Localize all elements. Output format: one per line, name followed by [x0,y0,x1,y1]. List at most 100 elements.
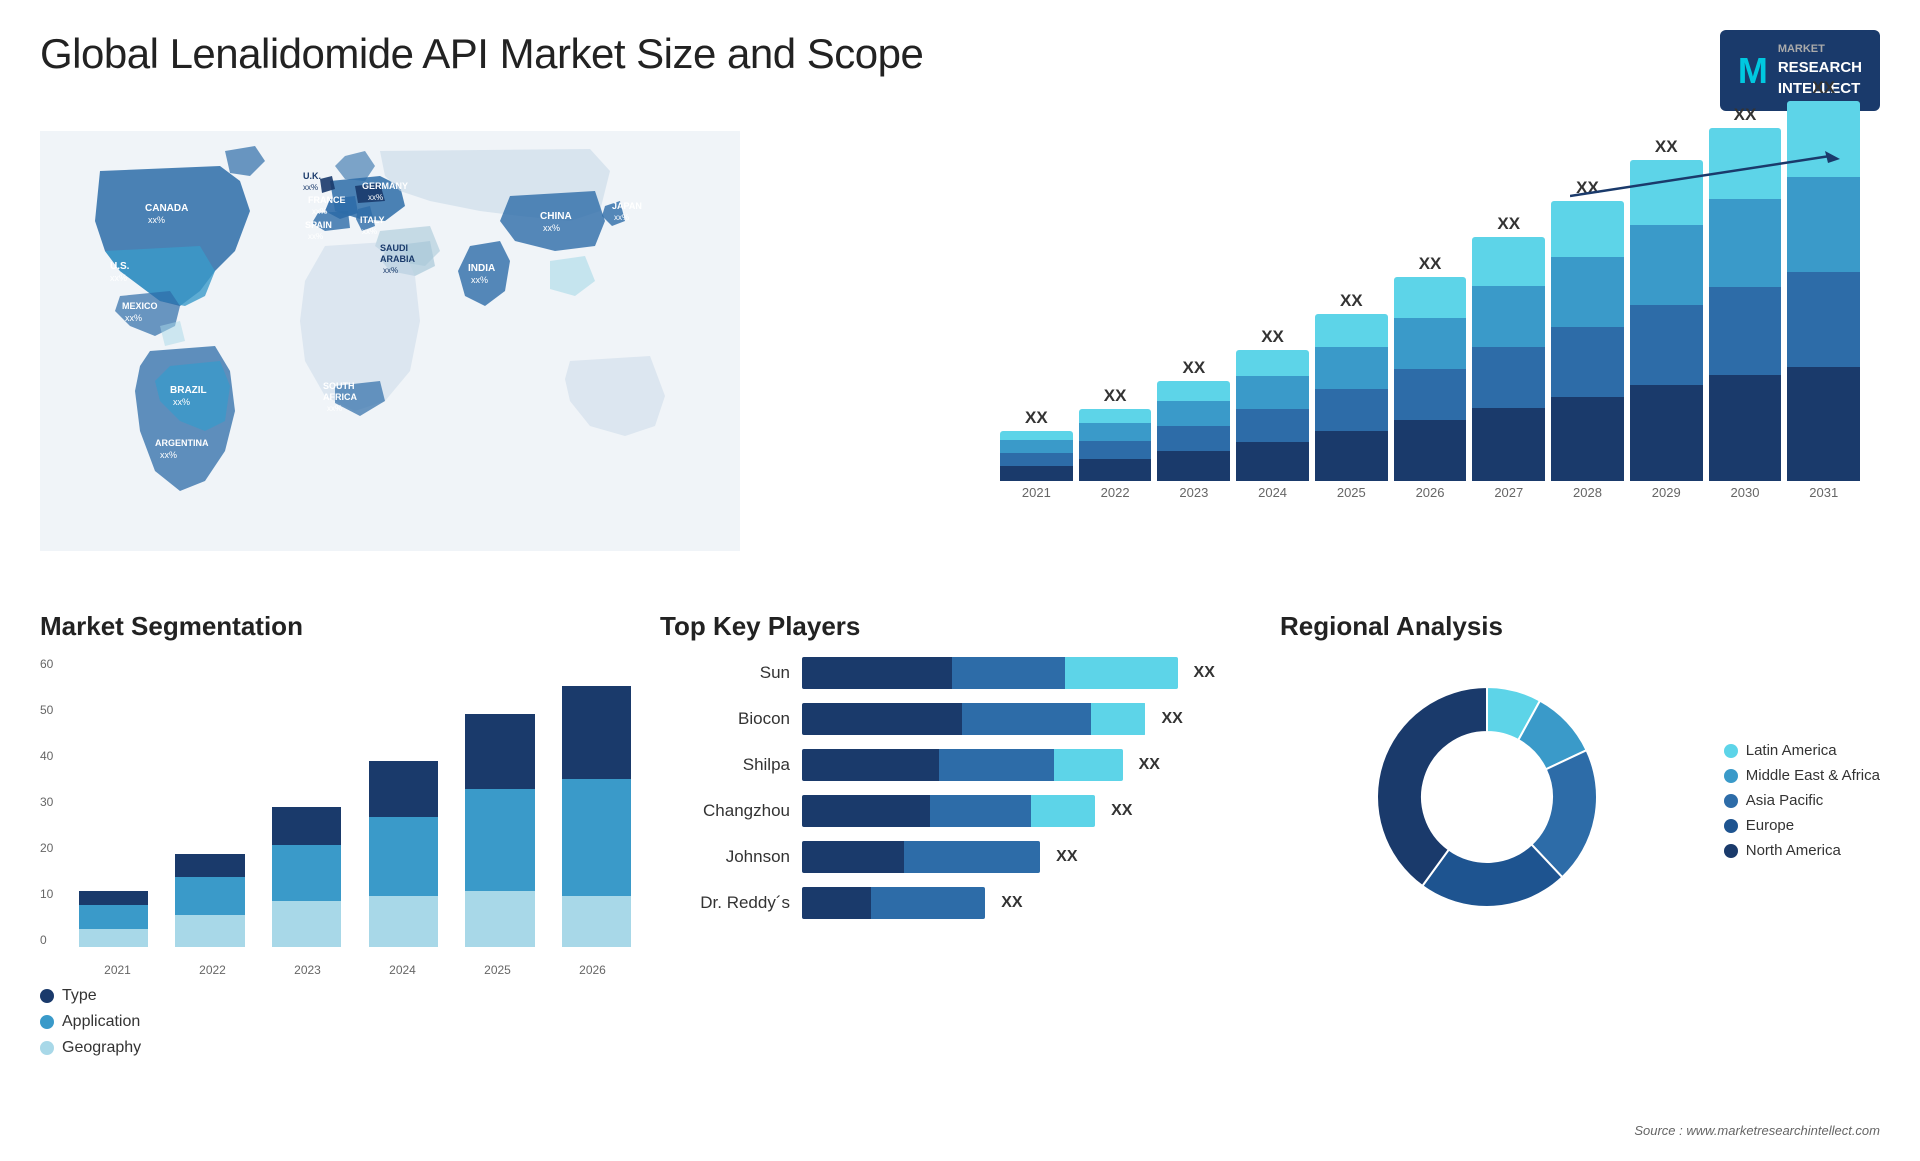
bar-year-label: 2027 [1472,485,1545,500]
svg-text:ARGENTINA: ARGENTINA [155,438,209,448]
legend-label: Geography [62,1039,141,1057]
svg-text:xx%: xx% [327,404,342,413]
svg-text:MEXICO: MEXICO [122,301,158,311]
svg-text:xx%: xx% [362,227,377,236]
legend-dot [40,989,54,1003]
svg-text:ITALY: ITALY [360,215,385,225]
svg-text:xx%: xx% [471,275,488,285]
player-bar-label: XX [1001,887,1022,919]
svg-text:FRANCE: FRANCE [308,195,346,205]
players-section: Top Key Players SunXXBioconXXShilpaXXCha… [660,611,1260,1141]
svg-text:xx%: xx% [614,213,629,222]
seg-bar-group [70,891,157,947]
bar-value-label: XX [1497,214,1520,234]
legend-dot [40,1041,54,1055]
player-bar-segment [930,795,1031,827]
regional-title: Regional Analysis [1280,611,1880,642]
player-bar-container: XX [802,887,1260,919]
bar-group: XX [1079,386,1152,481]
seg-bar-group [553,686,640,947]
svg-text:xx%: xx% [148,215,165,225]
bar-stack [1472,237,1545,481]
seg-bar-segment [79,929,148,948]
player-row: BioconXX [660,703,1260,735]
bar-year-label: 2023 [1157,485,1230,500]
seg-year-label: 2025 [450,963,545,977]
player-bar-segment [802,887,871,919]
bar-stack [1551,201,1624,481]
seg-bar-group [167,854,254,947]
donut-segment [1377,687,1487,886]
bar-group: XX [1472,214,1545,481]
y-axis-label: 50 [40,703,53,717]
regional-legend-dot [1724,794,1738,808]
page-title: Global Lenalidomide API Market Size and … [40,30,923,78]
seg-year-label: 2021 [70,963,165,977]
legend-label: Application [62,1013,140,1031]
bar-stack [1000,431,1073,481]
regional-section: Regional Analysis Latin America Middle Ea… [1280,611,1880,1141]
regional-legend-item: Middle East & Africa [1724,767,1880,784]
player-bar-segment [939,749,1054,781]
bar-year-label: 2029 [1630,485,1703,500]
player-bar-segment [802,749,939,781]
player-bar-segment [952,657,1065,689]
bar-group: XX [1157,358,1230,481]
seg-year-label: 2024 [355,963,450,977]
donut-svg [1347,657,1627,937]
svg-text:CANADA: CANADA [145,203,188,214]
seg-bar-segment [562,896,631,947]
bottom-row: Market Segmentation 0102030405060 202120… [0,601,1920,1161]
bar-year-label: 2022 [1079,485,1152,500]
seg-bar-segment [272,901,341,948]
bar-value-label: XX [1261,327,1284,347]
trend-arrow-svg [1570,151,1850,201]
player-row: ShilpaXX [660,749,1260,781]
player-row: SunXX [660,657,1260,689]
y-axis-label: 20 [40,841,53,855]
seg-year-labels: 202120222023202420252026 [70,963,640,977]
bar-value-label: XX [1025,408,1048,428]
seg-bar-segment [369,761,438,817]
svg-text:U.S.: U.S. [110,261,130,272]
player-bar-segment [802,841,904,873]
regional-legend: Latin America Middle East & Africa Asia Pa… [1724,742,1880,867]
bar-value-label: XX [1104,386,1127,406]
bar-year-label: 2025 [1315,485,1388,500]
players-title: Top Key Players [660,611,1260,642]
player-bar-stack [802,887,985,919]
regional-legend-label: Latin America [1746,742,1837,759]
bar-group: XX [1315,291,1388,481]
donut-chart [1347,657,1627,937]
bar-stack [1079,409,1152,481]
legend-item: Type [40,987,640,1005]
regional-legend-label: Middle East & Africa [1746,767,1880,784]
seg-bar-segment [465,789,534,892]
svg-text:CHINA: CHINA [540,211,572,222]
legend-dot [40,1015,54,1029]
bar-value-label: XX [1419,254,1442,274]
top-row: CANADA xx% U.S. xx% MEXICO xx% BRAZIL xx… [0,121,1920,601]
bar-stack [1394,277,1467,481]
players-list: SunXXBioconXXShilpaXXChangzhouXXJohnsonX… [660,657,1260,919]
seg-bar-group [360,761,447,948]
bar-chart-section: XXXXXXXXXXXXXXXXXXXXXX 20212022202320242… [960,121,1880,601]
regional-legend-label: North America [1746,842,1841,859]
seg-bar-segment [369,896,438,947]
regional-legend-dot [1724,819,1738,833]
y-axis: 0102030405060 [40,657,53,947]
svg-text:BRAZIL: BRAZIL [170,385,207,396]
seg-year-label: 2023 [260,963,355,977]
player-bar-container: XX [802,657,1260,689]
y-axis-label: 30 [40,795,53,809]
player-bar-stack [802,795,1095,827]
svg-text:INDIA: INDIA [468,263,495,274]
player-bar-stack [802,657,1178,689]
player-bar-container: XX [802,795,1260,827]
regional-legend-item: Asia Pacific [1724,792,1880,809]
seg-bar-segment [465,714,534,789]
player-bar-label: XX [1194,657,1215,689]
seg-bar-segment [175,915,244,948]
regional-legend-item: Latin America [1724,742,1880,759]
seg-bar-segment [175,877,244,914]
